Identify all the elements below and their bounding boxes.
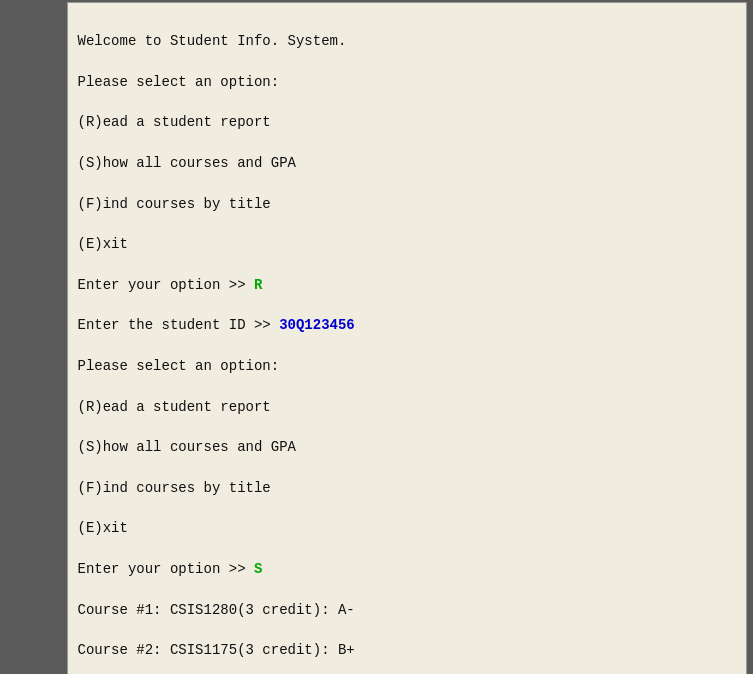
terminal-line: (S)how all courses and GPA: [78, 437, 736, 457]
terminal-line: Course #2: CSIS1175(3 credit): B+: [78, 640, 736, 660]
terminal-window: Welcome to Student Info. System. Please …: [67, 2, 747, 674]
terminal-line: Enter your option >> S: [78, 559, 736, 579]
terminal-line: Course #1: CSIS1280(3 credit): A-: [78, 600, 736, 620]
terminal-line: (E)xit: [78, 234, 736, 254]
terminal-line: (R)ead a student report: [78, 112, 736, 132]
terminal-line: (S)how all courses and GPA: [78, 153, 736, 173]
terminal-line: (E)xit: [78, 518, 736, 538]
terminal-input: 30Q123456: [279, 317, 355, 333]
terminal-line: Enter your option >> R: [78, 275, 736, 295]
terminal-line: Please select an option:: [78, 356, 736, 376]
terminal-line: Enter the student ID >> 30Q123456: [78, 315, 736, 335]
terminal-input: S: [254, 561, 262, 577]
terminal-line: Welcome to Student Info. System.: [78, 31, 736, 51]
terminal-line: Please select an option:: [78, 72, 736, 92]
terminal-line: (R)ead a student report: [78, 397, 736, 417]
terminal-input: R: [254, 277, 262, 293]
terminal-line: (F)ind courses by title: [78, 194, 736, 214]
terminal-line: (F)ind courses by title: [78, 478, 736, 498]
